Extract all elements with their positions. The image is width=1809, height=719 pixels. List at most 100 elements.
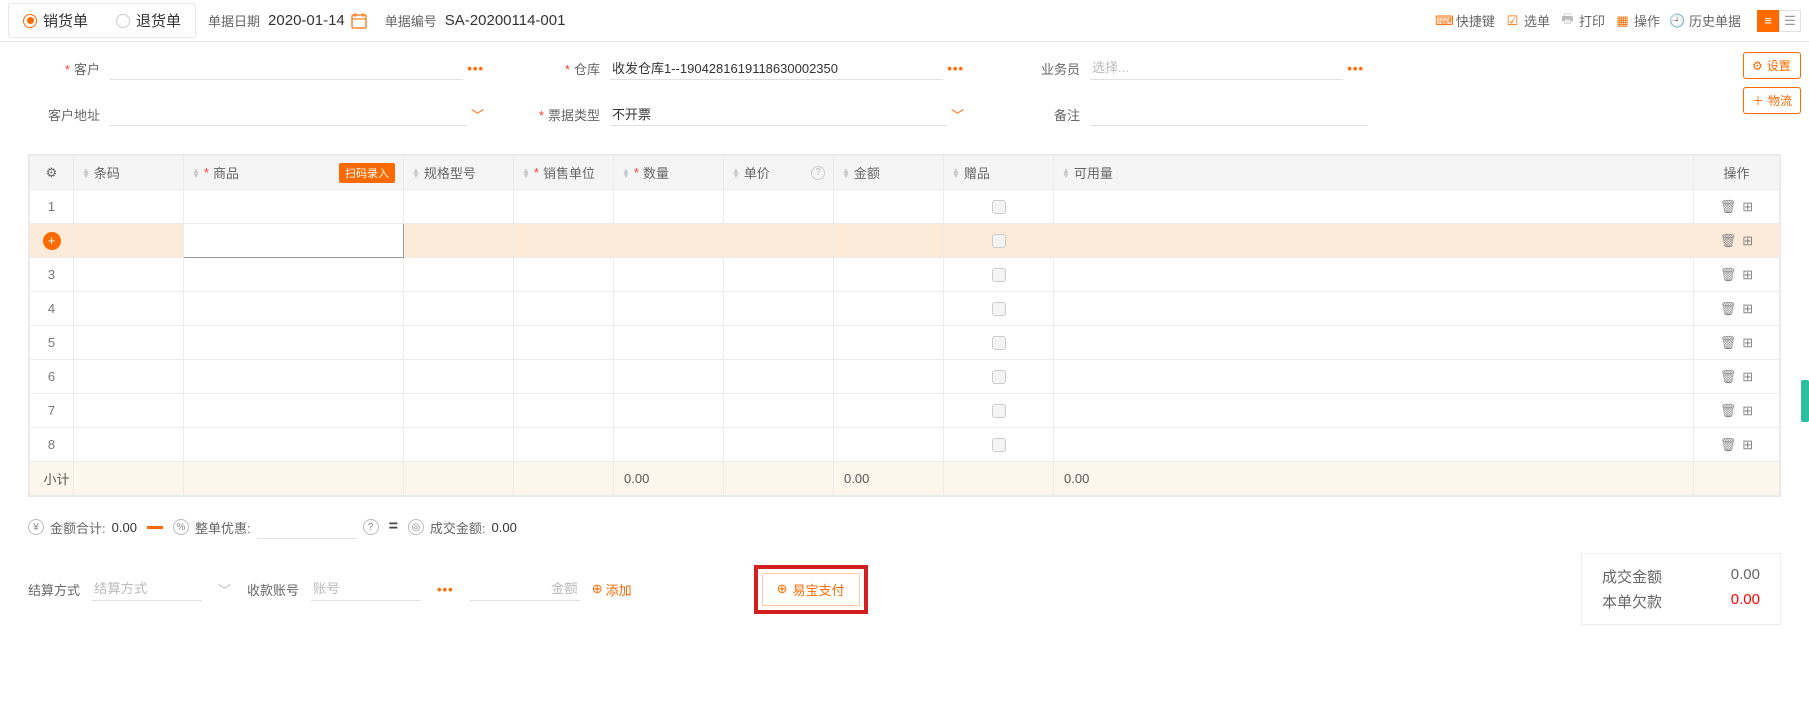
view-expanded-button[interactable]: ☰ (1779, 10, 1801, 32)
delete-row-icon[interactable]: 🗑 (1720, 437, 1737, 453)
cell-qty[interactable] (614, 258, 724, 292)
cell-gift[interactable] (944, 292, 1054, 326)
insert-row-icon[interactable]: ⊞ (1742, 369, 1753, 385)
cell-amount[interactable] (834, 190, 944, 224)
col-spec[interactable]: ▲▼规格型号 (404, 156, 514, 190)
cell-product[interactable] (184, 258, 404, 292)
delete-row-icon[interactable]: 🗑 (1720, 369, 1737, 385)
customer-lookup-icon[interactable]: ••• (463, 61, 488, 76)
col-barcode[interactable]: ▲▼条码 (74, 156, 184, 190)
cell-barcode[interactable] (74, 394, 184, 428)
cell-price[interactable] (724, 258, 834, 292)
shortcut-button[interactable]: ⌨快捷键 (1437, 11, 1495, 30)
settings-button[interactable]: ⚙设置 (1743, 52, 1801, 79)
col-gift[interactable]: ▲▼赠品 (944, 156, 1054, 190)
cell-price[interactable] (724, 292, 834, 326)
cell-unit[interactable] (514, 326, 614, 360)
table-row[interactable]: 7🗑⊞ (30, 394, 1780, 428)
cell-barcode[interactable] (74, 190, 184, 224)
cell-amount[interactable] (834, 258, 944, 292)
checkbox-icon[interactable] (992, 438, 1006, 452)
logistics-button[interactable]: ＋物流 (1743, 87, 1801, 114)
scroll-indicator[interactable] (1801, 380, 1809, 422)
delete-row-icon[interactable]: 🗑 (1720, 335, 1737, 351)
col-amount[interactable]: ▲▼金额 (834, 156, 944, 190)
print-button[interactable]: 🖶打印 (1560, 11, 1605, 30)
warehouse-lookup-icon[interactable]: ••• (943, 61, 968, 76)
cell-price[interactable] (724, 360, 834, 394)
invoice-input[interactable] (610, 102, 947, 126)
cell-amount[interactable] (834, 360, 944, 394)
cell-product[interactable] (184, 394, 404, 428)
cell-spec[interactable] (404, 190, 514, 224)
cell-qty[interactable] (614, 292, 724, 326)
col-qty[interactable]: ▲▼*数量 (614, 156, 724, 190)
warehouse-input[interactable] (610, 56, 943, 80)
table-row[interactable]: 1🗑⊞ (30, 190, 1780, 224)
cell-gift[interactable] (944, 190, 1054, 224)
cell-amount[interactable] (834, 394, 944, 428)
col-available[interactable]: ▲▼可用量 (1054, 156, 1694, 190)
address-dropdown-icon[interactable]: ﹀ (467, 105, 488, 124)
cell-product[interactable] (184, 428, 404, 462)
customer-input[interactable] (110, 56, 463, 80)
insert-row-icon[interactable]: ⊞ (1742, 403, 1753, 419)
cell-qty[interactable] (614, 428, 724, 462)
cell-barcode[interactable] (74, 428, 184, 462)
cell-gift[interactable] (944, 258, 1054, 292)
cell-product[interactable] (184, 190, 404, 224)
cell-product[interactable] (184, 224, 404, 258)
cell-qty[interactable] (614, 360, 724, 394)
delete-row-icon[interactable]: 🗑 (1720, 403, 1737, 419)
add-payment-button[interactable]: ⊕添加 (592, 580, 632, 599)
cell-gift[interactable] (944, 224, 1054, 258)
help-icon[interactable]: ? (811, 166, 825, 180)
cell-qty[interactable] (614, 394, 724, 428)
checkbox-icon[interactable] (992, 336, 1006, 350)
cell-price[interactable] (724, 224, 834, 258)
cell-gift[interactable] (944, 394, 1054, 428)
cell-unit[interactable] (514, 428, 614, 462)
calendar-icon[interactable] (351, 13, 367, 29)
insert-row-icon[interactable]: ⊞ (1742, 301, 1753, 317)
checkbox-icon[interactable] (992, 370, 1006, 384)
cell-spec[interactable] (404, 224, 514, 258)
insert-row-icon[interactable]: ⊞ (1742, 267, 1753, 283)
invoice-dropdown-icon[interactable]: ﹀ (947, 105, 968, 124)
insert-row-icon[interactable]: ⊞ (1742, 437, 1753, 453)
cell-gift[interactable] (944, 360, 1054, 394)
cell-gift[interactable] (944, 326, 1054, 360)
checkbox-icon[interactable] (992, 234, 1006, 248)
view-compact-button[interactable]: ≡ (1757, 10, 1779, 32)
help-icon[interactable]: ? (363, 519, 379, 535)
checkbox-icon[interactable] (992, 268, 1006, 282)
cell-spec[interactable] (404, 292, 514, 326)
cell-product[interactable] (184, 292, 404, 326)
cell-product[interactable] (184, 326, 404, 360)
insert-row-icon[interactable]: ⊞ (1742, 233, 1753, 249)
address-input[interactable] (110, 102, 467, 126)
cell-unit[interactable] (514, 394, 614, 428)
col-price[interactable]: ▲▼单价? (724, 156, 834, 190)
tab-return-order[interactable]: 退货单 (102, 4, 195, 37)
cell-barcode[interactable] (74, 292, 184, 326)
delete-row-icon[interactable]: 🗑 (1720, 233, 1737, 249)
insert-row-icon[interactable]: ⊞ (1742, 199, 1753, 215)
cell-unit[interactable] (514, 258, 614, 292)
checkbox-icon[interactable] (992, 302, 1006, 316)
col-unit[interactable]: ▲▼*销售单位 (514, 156, 614, 190)
cell-barcode[interactable] (74, 258, 184, 292)
cell-amount[interactable] (834, 224, 944, 258)
operate-button[interactable]: ▦操作 (1615, 11, 1660, 30)
delete-row-icon[interactable]: 🗑 (1720, 301, 1737, 317)
cell-barcode[interactable] (74, 326, 184, 360)
cell-spec[interactable] (404, 258, 514, 292)
salesperson-input[interactable] (1090, 56, 1343, 80)
doc-date-value[interactable]: 2020-01-14 (268, 12, 345, 29)
history-button[interactable]: 🕘历史单据 (1670, 11, 1741, 30)
pay-account-input[interactable] (311, 577, 421, 601)
account-lookup-icon[interactable]: ••• (433, 582, 458, 597)
cell-price[interactable] (724, 428, 834, 462)
cell-amount[interactable] (834, 292, 944, 326)
table-row[interactable]: 8🗑⊞ (30, 428, 1780, 462)
